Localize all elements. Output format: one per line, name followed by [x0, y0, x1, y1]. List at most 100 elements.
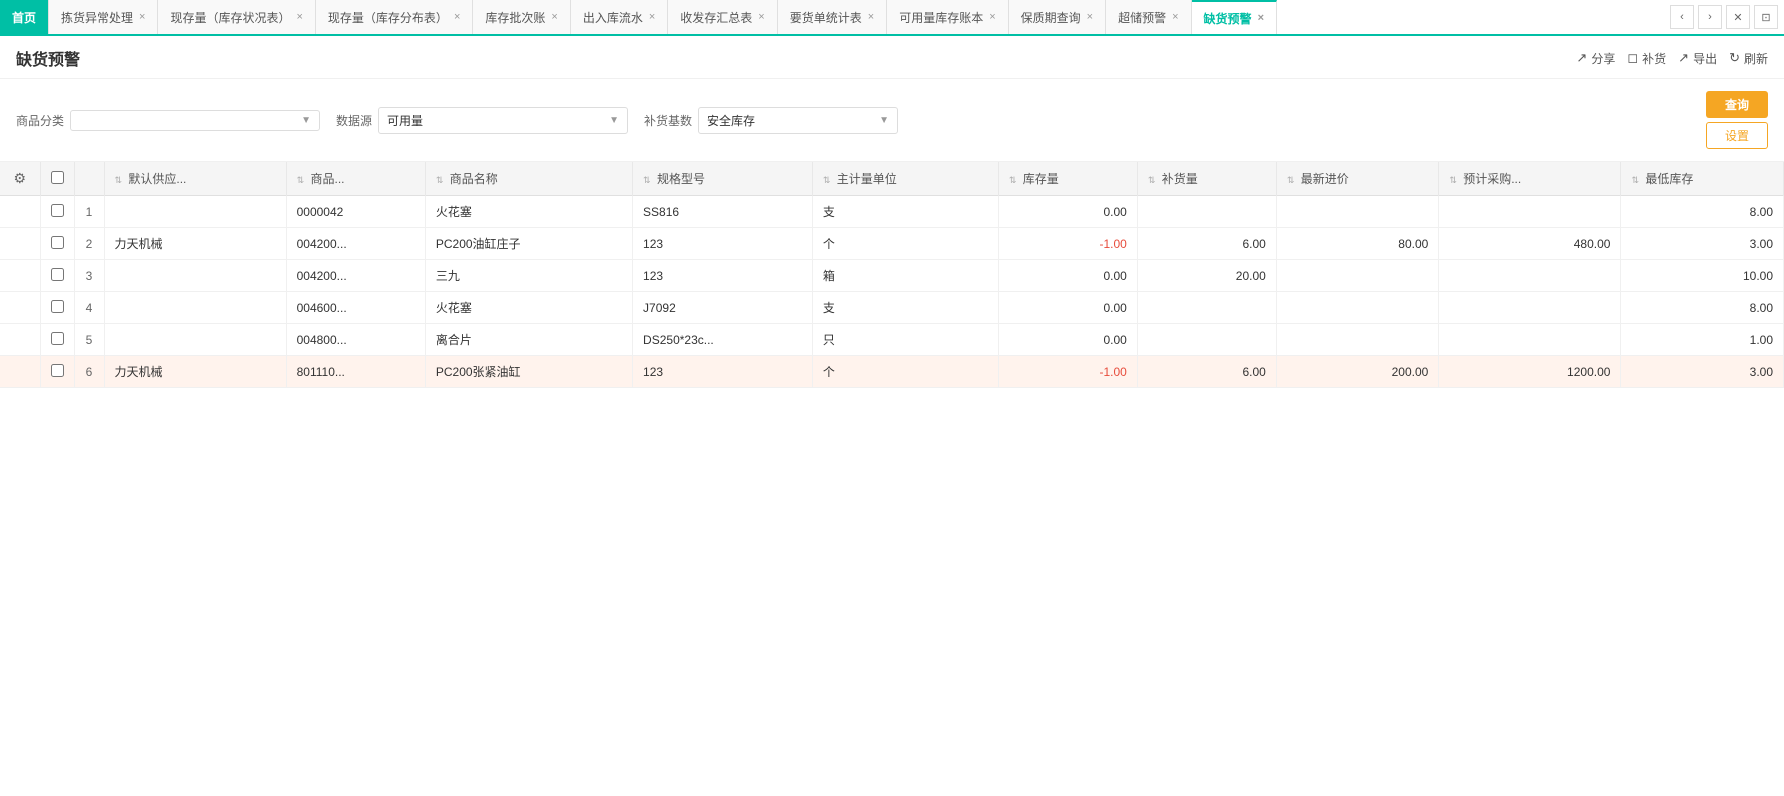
tab-avail-ledger-close[interactable]: × [989, 11, 995, 23]
row-supplier-4 [104, 324, 286, 356]
row-select-2[interactable] [51, 268, 64, 281]
sort-icon-stock: ⇅ [1009, 175, 1017, 185]
page-header: 缺货预警 ↗ 分享 ◻ 补货 ↗ 导出 ↻ 刷新 [0, 36, 1784, 79]
th-product-code[interactable]: ⇅ 商品... [286, 162, 425, 196]
settings-button[interactable]: 设置 [1706, 122, 1768, 149]
tab-scroll-right[interactable]: › [1698, 5, 1722, 29]
row-checkbox-0[interactable] [40, 196, 74, 228]
page-title: 缺货预警 [16, 46, 80, 70]
th-product-name[interactable]: ⇅ 商品名称 [425, 162, 632, 196]
row-select-3[interactable] [51, 300, 64, 313]
settings-gear-icon[interactable]: ⚙ [13, 170, 26, 186]
row-price-1: 80.00 [1276, 228, 1439, 260]
row-stock-1: -1.00 [998, 228, 1137, 260]
sort-icon-code: ⇅ [297, 175, 305, 185]
row-checkbox-4[interactable] [40, 324, 74, 356]
row-replenish-2: 20.00 [1137, 260, 1276, 292]
share-icon: ↗ [1576, 50, 1587, 66]
tab-collect[interactable]: 收发存汇总表 × [668, 0, 777, 34]
row-code-3: 004600... [286, 292, 425, 324]
row-checkbox-2[interactable] [40, 260, 74, 292]
datasource-select[interactable]: 可用量 ▼ [378, 107, 628, 134]
row-supplier-0 [104, 196, 286, 228]
row-name-3: 火花塞 [425, 292, 632, 324]
tab-inout[interactable]: 出入库流水 × [571, 0, 668, 34]
row-code-0: 0000042 [286, 196, 425, 228]
row-name-1: PC200油缸庄子 [425, 228, 632, 260]
export-button[interactable]: ↗ 导出 [1678, 50, 1717, 67]
row-min-stock-5: 3.00 [1621, 356, 1784, 388]
row-checkbox-1[interactable] [40, 228, 74, 260]
row-settings-2 [0, 260, 40, 292]
th-replenish-qty[interactable]: ⇅ 补货量 [1137, 162, 1276, 196]
tab-fullscreen[interactable]: ⊡ [1754, 5, 1778, 29]
row-name-5: PC200张紧油缸 [425, 356, 632, 388]
datasource-label: 数据源 [336, 112, 372, 129]
tab-expiry-close[interactable]: × [1087, 11, 1093, 23]
row-code-1: 004200... [286, 228, 425, 260]
th-settings[interactable]: ⚙ [0, 162, 40, 196]
query-button[interactable]: 查询 [1706, 91, 1768, 118]
tab-order-stat[interactable]: 要货单统计表 × [778, 0, 887, 34]
th-unit[interactable]: ⇅ 主计量单位 [812, 162, 998, 196]
row-select-4[interactable] [51, 332, 64, 345]
th-checkbox[interactable] [40, 162, 74, 196]
select-all-checkbox[interactable] [51, 171, 64, 184]
tab-batch-close[interactable]: × [551, 11, 557, 23]
tab-stock-status[interactable]: 现存量（库存状况表） × [158, 0, 315, 34]
tab-expiry[interactable]: 保质期查询 × [1009, 0, 1106, 34]
tab-abnormal[interactable]: 拣货异常处理 × [49, 0, 158, 34]
tab-abnormal-close[interactable]: × [139, 11, 145, 23]
row-name-4: 离合片 [425, 324, 632, 356]
row-stock-3: 0.00 [998, 292, 1137, 324]
row-spec-4: DS250*23c... [633, 324, 813, 356]
tab-scroll-left[interactable]: ‹ [1670, 5, 1694, 29]
row-replenish-0 [1137, 196, 1276, 228]
th-default-supplier[interactable]: ⇅ 默认供应... [104, 162, 286, 196]
row-replenish-4 [1137, 324, 1276, 356]
share-button[interactable]: ↗ 分享 [1576, 50, 1615, 67]
refresh-button[interactable]: ↻ 刷新 [1729, 50, 1768, 67]
header-actions: ↗ 分享 ◻ 补货 ↗ 导出 ↻ 刷新 [1576, 50, 1768, 67]
replenish-button[interactable]: ◻ 补货 [1627, 50, 1666, 67]
tab-avail-ledger[interactable]: 可用量库存账本 × [887, 0, 1008, 34]
row-spec-0: SS816 [633, 196, 813, 228]
row-select-0[interactable] [51, 204, 64, 217]
th-latest-price[interactable]: ⇅ 最新进价 [1276, 162, 1439, 196]
tab-nav-buttons: ‹ › ✕ ⊡ [1664, 5, 1784, 29]
row-spec-2: 123 [633, 260, 813, 292]
tab-close-all[interactable]: ✕ [1726, 5, 1750, 29]
tab-stock-dist[interactable]: 现存量（库存分布表） × [316, 0, 473, 34]
tab-shortage-close[interactable]: × [1258, 12, 1264, 24]
row-num-3: 4 [74, 292, 104, 324]
replenish-base-select[interactable]: 安全库存 ▼ [698, 107, 898, 134]
tab-inout-close[interactable]: × [649, 11, 655, 23]
row-checkbox-3[interactable] [40, 292, 74, 324]
row-checkbox-5[interactable] [40, 356, 74, 388]
tab-batch[interactable]: 库存批次账 × [473, 0, 570, 34]
tab-collect-close[interactable]: × [758, 11, 764, 23]
row-replenish-1: 6.00 [1137, 228, 1276, 260]
th-spec[interactable]: ⇅ 规格型号 [633, 162, 813, 196]
row-replenish-3 [1137, 292, 1276, 324]
row-select-1[interactable] [51, 236, 64, 249]
tab-home[interactable]: 首页 [0, 0, 49, 34]
category-select[interactable]: ▼ [70, 110, 320, 131]
row-price-3 [1276, 292, 1439, 324]
row-unit-4: 只 [812, 324, 998, 356]
category-label: 商品分类 [16, 112, 64, 129]
table-row: 3 004200... 三九 123 箱 0.00 20.00 10.00 [0, 260, 1784, 292]
table-row: 5 004800... 离合片 DS250*23c... 只 0.00 1.00 [0, 324, 1784, 356]
tab-overstock[interactable]: 超储预警 × [1106, 0, 1191, 34]
th-min-stock[interactable]: ⇅ 最低库存 [1621, 162, 1784, 196]
tab-stock-status-close[interactable]: × [296, 11, 302, 23]
row-unit-0: 支 [812, 196, 998, 228]
tab-shortage[interactable]: 缺货预警 × [1192, 0, 1277, 34]
row-select-5[interactable] [51, 364, 64, 377]
tab-stock-dist-close[interactable]: × [454, 11, 460, 23]
th-est-purchase[interactable]: ⇅ 预计采购... [1439, 162, 1621, 196]
tab-order-stat-close[interactable]: × [868, 11, 874, 23]
tab-overstock-close[interactable]: × [1172, 11, 1178, 23]
th-stock[interactable]: ⇅ 库存量 [998, 162, 1137, 196]
filter-actions: 查询 设置 [1706, 91, 1768, 149]
